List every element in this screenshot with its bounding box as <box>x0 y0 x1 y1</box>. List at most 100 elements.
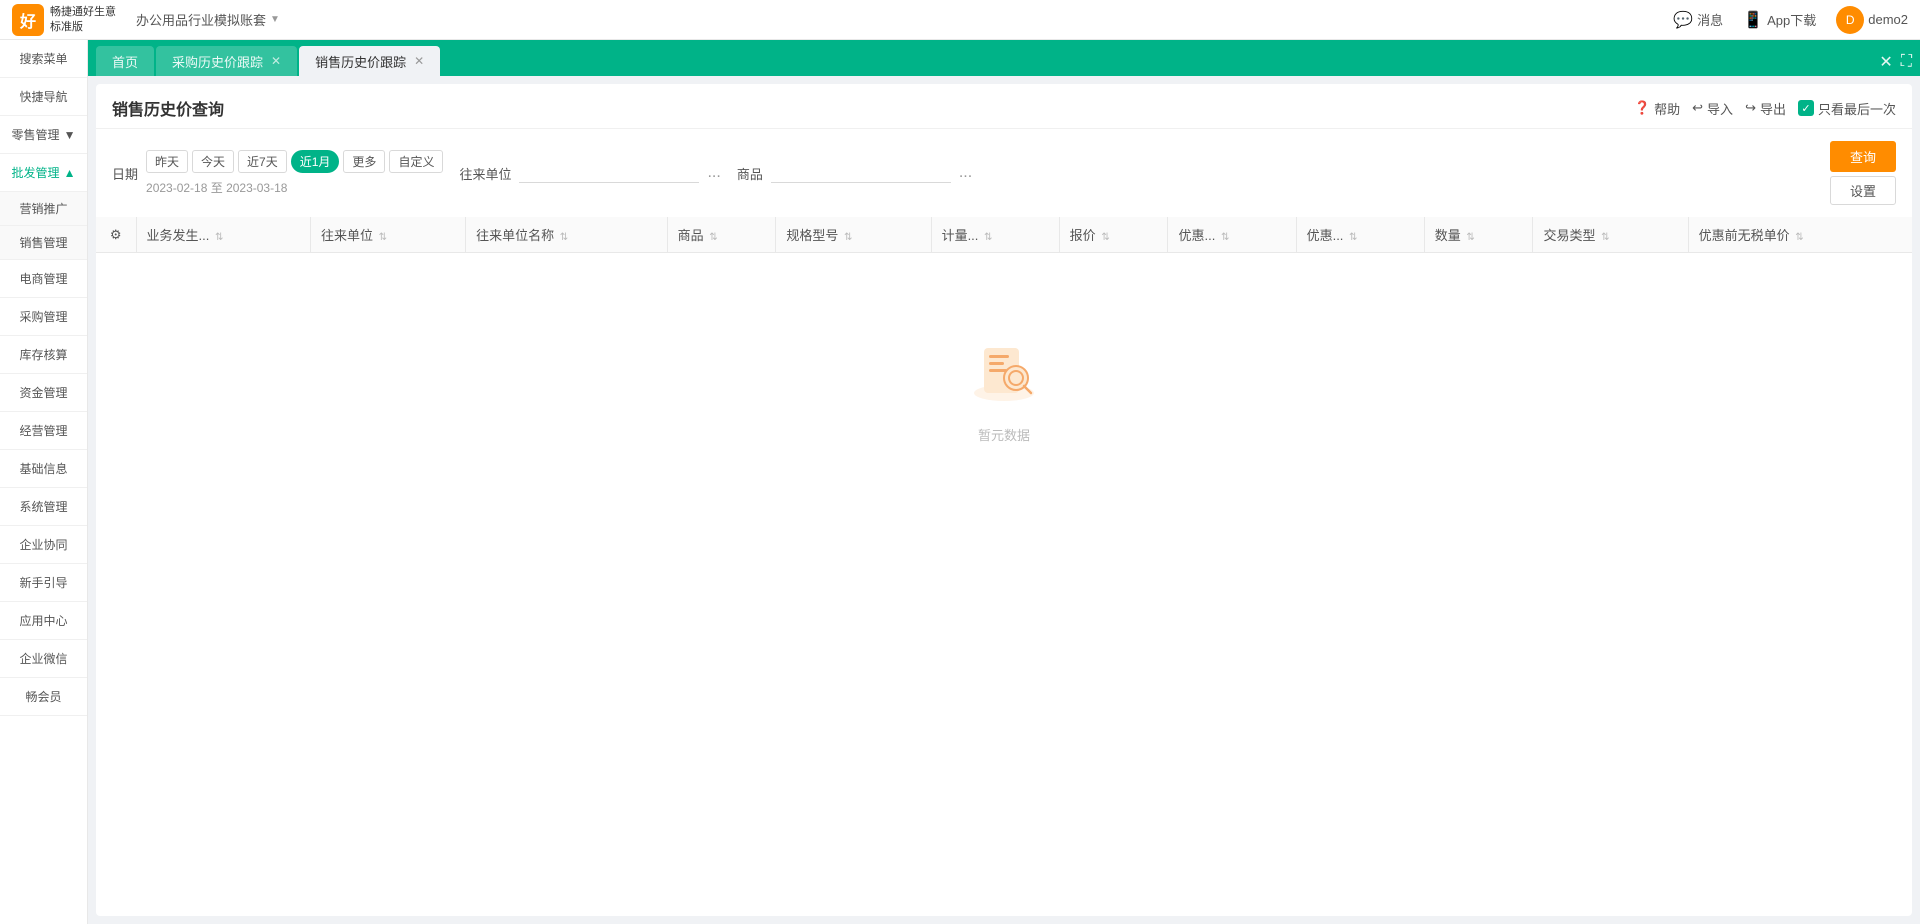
sidebar: 搜索菜单 快捷导航 零售管理 ▼ 批发管理 ▲ 营销推广 销售管理 电商管理 采… <box>0 40 88 924</box>
sidebar-item-ops-mgmt[interactable]: 经营管理 <box>0 412 87 450</box>
table-col-pre-tax-price[interactable]: 优惠前无税单价 ⇅ <box>1688 217 1912 253</box>
sidebar-item-ecommerce-mgmt[interactable]: 电商管理 <box>0 260 87 298</box>
retail-mgmt-label: 零售管理 <box>12 126 60 143</box>
table-col-price[interactable]: 报价 ⇅ <box>1059 217 1168 253</box>
date-buttons: 昨天 今天 近7天 近1月 更多 自定义 <box>146 150 443 173</box>
help-button[interactable]: ❓ 帮助 <box>1634 99 1680 118</box>
chevron-down-icon: ▼ <box>270 14 280 25</box>
sort-icon: ⇅ <box>1466 232 1474 243</box>
help-icon: ❓ <box>1634 100 1650 116</box>
sort-icon: ⇅ <box>709 232 717 243</box>
sidebar-item-marketing[interactable]: 营销推广 <box>0 192 87 226</box>
sidebar-item-sys-mgmt[interactable]: 系统管理 <box>0 488 87 526</box>
date-btn-yesterday[interactable]: 昨天 <box>146 150 188 173</box>
sort-icon: ⇅ <box>1221 232 1229 243</box>
sort-icon: ⇅ <box>379 232 387 243</box>
last-only-toggle[interactable]: ✓ 只看最后一次 <box>1798 99 1896 118</box>
table-col-discount2[interactable]: 优惠... ⇅ <box>1296 217 1424 253</box>
sidebar-item-finance-mgmt[interactable]: 资金管理 <box>0 374 87 412</box>
tab-purchase-history[interactable]: 采购历史价跟踪 ✕ <box>156 46 297 76</box>
user-menu[interactable]: D demo2 <box>1836 6 1908 34</box>
sidebar-item-retail-mgmt[interactable]: 零售管理 ▼ <box>0 116 87 154</box>
maximize-button[interactable]: ⛶ <box>1901 53 1912 71</box>
partner-input[interactable] <box>519 163 699 183</box>
sidebar-item-enterprise-collab[interactable]: 企业协同 <box>0 526 87 564</box>
filter-actions: 查询 设置 <box>1830 141 1896 205</box>
sort-icon: ⇅ <box>1101 232 1109 243</box>
table-col-trade-type[interactable]: 交易类型 ⇅ <box>1533 217 1688 253</box>
avatar: D <box>1836 6 1864 34</box>
top-bar: 好 畅捷通好生意 标准版 办公用品行业模拟账套 ▼ 💬 消息 📱 App下载 D… <box>0 0 1920 40</box>
table-col-spec[interactable]: 规格型号 ⇅ <box>776 217 931 253</box>
sidebar-item-quick-nav[interactable]: 快捷导航 <box>0 78 87 116</box>
empty-state: 暂元数据 <box>96 253 1912 524</box>
table-col-partner-name[interactable]: 往来单位名称 ⇅ <box>466 217 668 253</box>
date-btn-today[interactable]: 今天 <box>192 150 234 173</box>
partner-filter-group: 往来单位 ... <box>459 163 720 183</box>
date-btn-1month[interactable]: 近1月 <box>291 150 340 173</box>
table-col-goods[interactable]: 商品 ⇅ <box>667 217 776 253</box>
tab-home[interactable]: 首页 <box>96 46 154 76</box>
table-col-discount1[interactable]: 优惠... ⇅ <box>1168 217 1296 253</box>
data-table: ⚙ 业务发生... ⇅ 往来单位 ⇅ 往来单位名称 ⇅ <box>96 217 1912 253</box>
table-container: ⚙ 业务发生... ⇅ 往来单位 ⇅ 往来单位名称 ⇅ <box>96 217 1912 916</box>
sidebar-item-guide[interactable]: 新手引导 <box>0 564 87 602</box>
close-tab-sales-history[interactable]: ✕ <box>414 54 424 68</box>
close-all-tabs-button[interactable]: ✕ <box>1879 52 1892 72</box>
download-icon: 📱 <box>1743 10 1763 30</box>
account-selector[interactable]: 办公用品行业模拟账套 ▼ <box>136 10 280 29</box>
table-col-gear[interactable]: ⚙ <box>96 217 136 253</box>
export-button[interactable]: ↪ 导出 <box>1745 99 1786 118</box>
sidebar-item-search-menu[interactable]: 搜索菜单 <box>0 40 87 78</box>
import-button[interactable]: ↩ 导入 <box>1692 99 1733 118</box>
goods-filter-group: 商品 ... <box>737 163 972 183</box>
sidebar-item-inventory-check[interactable]: 库存核算 <box>0 336 87 374</box>
tab-sales-history[interactable]: 销售历史价跟踪 ✕ <box>299 46 440 76</box>
wholesale-mgmt-label: 批发管理 <box>12 164 60 181</box>
logo-icon: 好 <box>12 4 44 36</box>
page-title: 销售历史价查询 <box>112 96 224 120</box>
empty-state-icon <box>964 333 1044 413</box>
date-btn-more[interactable]: 更多 <box>343 150 385 173</box>
app-download-button[interactable]: 📱 App下载 <box>1743 10 1816 30</box>
export-icon: ↪ <box>1745 100 1756 116</box>
sort-icon: ⇅ <box>1601 232 1609 243</box>
sidebar-item-base-info[interactable]: 基础信息 <box>0 450 87 488</box>
close-tab-purchase-history[interactable]: ✕ <box>271 54 281 68</box>
sidebar-item-wholesale-mgmt[interactable]: 批发管理 ▲ <box>0 154 87 192</box>
date-label: 日期 <box>112 164 138 183</box>
sidebar-item-enterprise-wechat[interactable]: 企业微信 <box>0 640 87 678</box>
sort-icon: ⇅ <box>215 232 223 243</box>
sidebar-item-app-center[interactable]: 应用中心 <box>0 602 87 640</box>
goods-input[interactable] <box>771 163 951 183</box>
table-col-qty[interactable]: 数量 ⇅ <box>1424 217 1533 253</box>
sort-icon: ⇅ <box>984 232 992 243</box>
table-col-biz-date[interactable]: 业务发生... ⇅ <box>136 217 310 253</box>
date-filter-group: 日期 昨天 今天 近7天 近1月 更多 自定义 2023-02-18 至 202… <box>112 150 443 196</box>
settings-button[interactable]: 设置 <box>1830 176 1896 205</box>
date-btn-7days[interactable]: 近7天 <box>238 150 287 173</box>
date-range-text: 2023-02-18 至 2023-03-18 <box>146 179 443 196</box>
filter-area: 日期 昨天 今天 近7天 近1月 更多 自定义 2023-02-18 至 202… <box>96 129 1912 217</box>
top-bar-right: 💬 消息 📱 App下载 D demo2 <box>1673 6 1908 34</box>
goods-dots-button[interactable]: ... <box>959 164 972 182</box>
partner-dots-button[interactable]: ... <box>707 164 720 182</box>
query-button[interactable]: 查询 <box>1830 141 1896 172</box>
import-icon: ↩ <box>1692 100 1703 116</box>
table-col-unit[interactable]: 计量... ⇅ <box>931 217 1059 253</box>
quick-nav-label: 快捷导航 <box>19 88 67 105</box>
sidebar-item-sales-mgmt[interactable]: 销售管理 <box>0 226 87 260</box>
message-button[interactable]: 💬 消息 <box>1673 10 1723 30</box>
table-col-partner-code[interactable]: 往来单位 ⇅ <box>310 217 465 253</box>
sort-icon: ⇅ <box>844 232 852 243</box>
sidebar-item-purchase-mgmt[interactable]: 采购管理 <box>0 298 87 336</box>
sidebar-item-vip-member[interactable]: 畅会员 <box>0 678 87 716</box>
page-header-actions: ❓ 帮助 ↩ 导入 ↪ 导出 ✓ 只看最后一次 <box>1634 99 1896 118</box>
message-icon: 💬 <box>1673 10 1693 30</box>
logo: 好 畅捷通好生意 标准版 <box>12 4 116 36</box>
chevron-up-icon: ▲ <box>64 166 76 180</box>
date-btn-custom[interactable]: 自定义 <box>389 150 443 173</box>
chevron-down-icon: ▼ <box>64 128 76 142</box>
sort-icon: ⇅ <box>1795 232 1803 243</box>
content-area: 首页 采购历史价跟踪 ✕ 销售历史价跟踪 ✕ ✕ ⛶ 销售历史价查询 <box>88 40 1920 924</box>
